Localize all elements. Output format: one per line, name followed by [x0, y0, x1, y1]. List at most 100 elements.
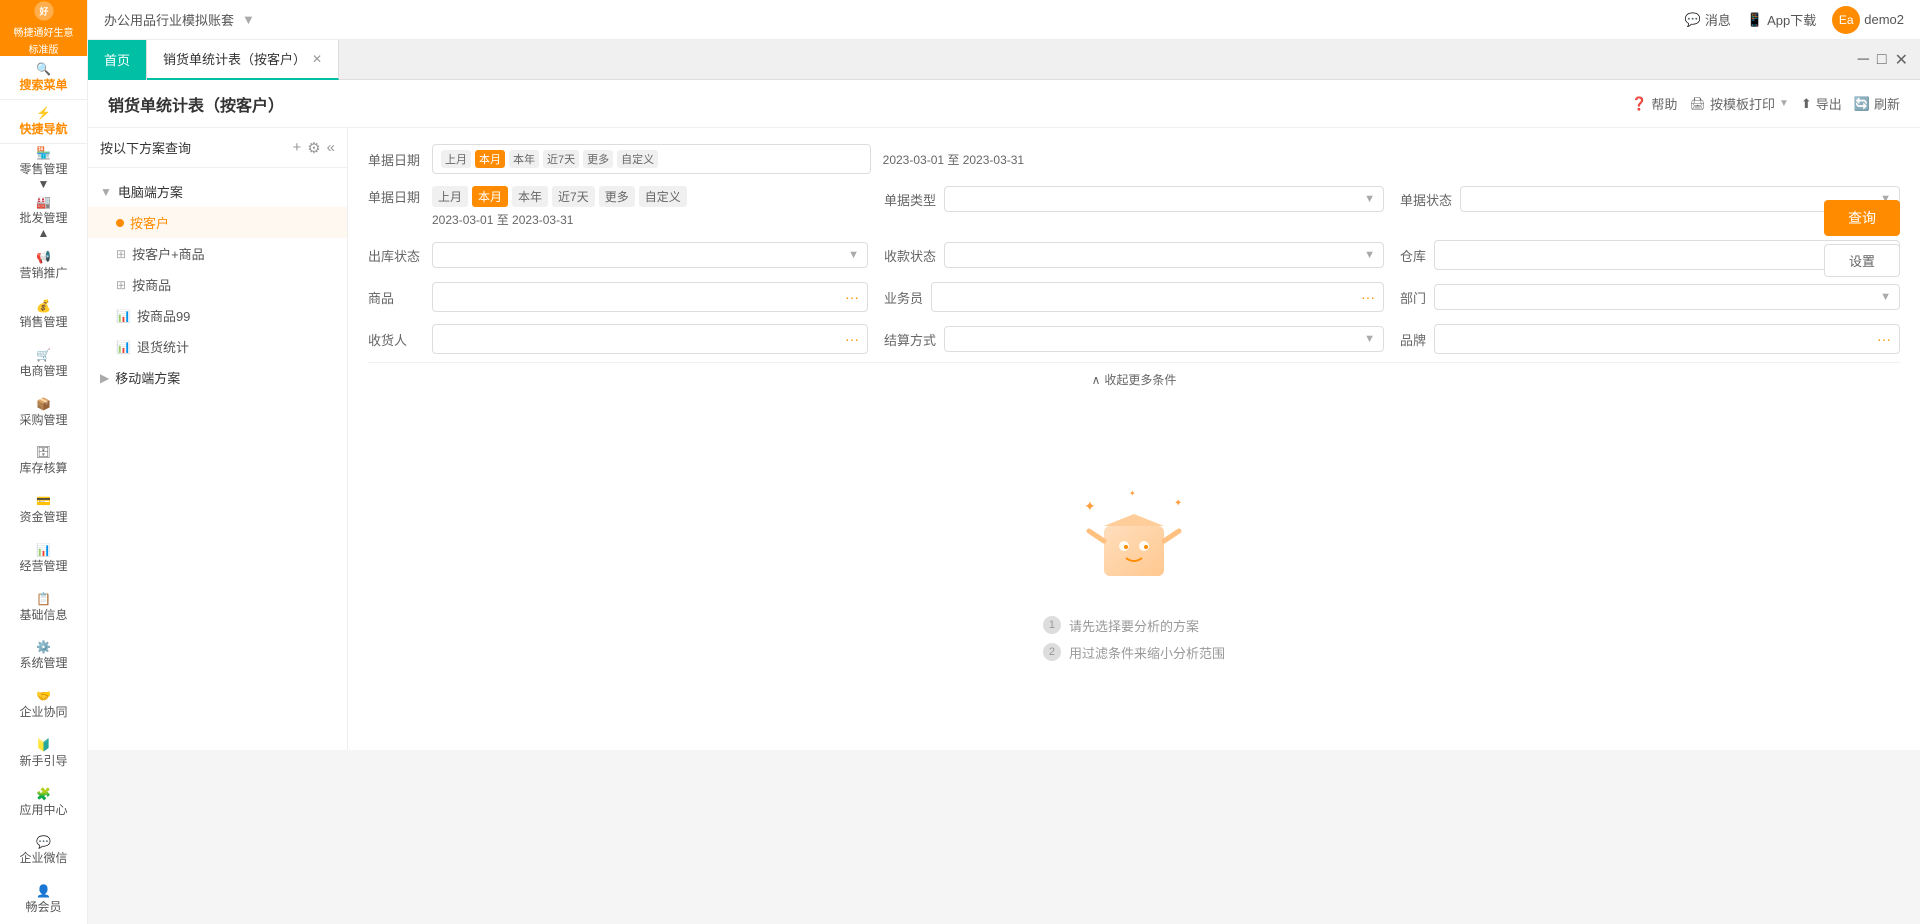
sales-label: 销售管理 [19, 313, 67, 330]
quicknav-label: 快捷导航 [19, 120, 67, 137]
filter-salesperson: 业务员 ··· [884, 282, 1384, 312]
tree-expand-icon: ▼ [100, 185, 112, 199]
date-picker[interactable]: 上月 本月 本年 近7天 更多 自定义 [432, 144, 871, 174]
date-7days-tag[interactable]: 近7天 [543, 150, 579, 168]
tree-item-by-customer[interactable]: 按客户 [88, 207, 347, 238]
message-btn[interactable]: 💬 消息 [1685, 10, 1731, 29]
receiver-input[interactable]: ··· [432, 324, 868, 354]
date-more-tag[interactable]: 更多 [583, 150, 613, 168]
sidebar-item-corp[interactable]: 🤝 企业协同 [0, 680, 88, 729]
sidebar-item-purchase[interactable]: 📦 采购管理 [0, 388, 88, 437]
tab-minimize-btn[interactable]: ─ [1858, 51, 1869, 69]
sidebar-item-finance[interactable]: 💳 资金管理 [0, 485, 88, 534]
page-title: 销货单统计表（按客户） [108, 92, 284, 116]
date-custom-tag[interactable]: 自定义 [617, 150, 658, 168]
newuser-icon: 🔰 [36, 738, 51, 752]
tree-item-by-customer-goods[interactable]: ⊞ 按客户+商品 [88, 238, 347, 269]
this-year-tag[interactable]: 本年 [512, 186, 548, 207]
query-button[interactable]: 查询 [1824, 200, 1900, 236]
sidebar-item-system[interactable]: ⚙️ 系统管理 [0, 631, 88, 680]
sidebar-item-search[interactable]: 🔍 搜索菜单 [0, 56, 88, 100]
left-panel-collapse-btn[interactable]: « [327, 139, 335, 157]
date-last-month-tag[interactable]: 上月 [441, 150, 471, 168]
custom-tag[interactable]: 自定义 [639, 186, 687, 207]
tree-by-goods99-label: 按商品99 [137, 306, 190, 325]
sidebar-item-corpwechat[interactable]: 💬 企业微信 [0, 826, 88, 875]
print-btn[interactable]: 🖨 按模板打印 ▼ [1689, 94, 1788, 113]
filter-row-2: 出库状态 ▼ 收款状态 ▼ [368, 240, 1900, 270]
page-content: 销货单统计表（按客户） ❓ 帮助 🖨 按模板打印 ▼ ⬆ 导出 [88, 80, 1920, 924]
filter-col-date: 单据日期 上月 本月 本年 近7天 更多 自定义 [368, 186, 868, 228]
filter-settle: 结算方式 ▼ [884, 326, 1384, 352]
last-month-tag[interactable]: 上月 [432, 186, 468, 207]
purchase-label: 采购管理 [19, 411, 67, 428]
sidebar-item-marketing[interactable]: 📢 营销推广 [0, 241, 88, 290]
tree-item-by-goods99[interactable]: 📊 按商品99 [88, 300, 347, 331]
tab-close-btn[interactable]: ✕ [1895, 50, 1908, 70]
corp-label: 企业协同 [19, 703, 67, 720]
corpwechat-icon: 💬 [36, 835, 51, 849]
page-actions: ❓ 帮助 🖨 按模板打印 ▼ ⬆ 导出 🔄 刷新 [1631, 94, 1900, 113]
empty-tip-1: 1 请先选择要分析的方案 [1043, 616, 1225, 635]
sidebar-item-retail[interactable]: 🏪 零售管理 ▼ [0, 144, 88, 193]
header-dropdown-icon[interactable]: ▼ [242, 12, 255, 27]
tab-home[interactable]: 首页 [88, 40, 147, 80]
tree-by-goods-label: 按商品 [132, 275, 171, 294]
corpwechat-label: 企业微信 [19, 849, 67, 866]
brand-input[interactable]: ··· [1434, 324, 1900, 354]
refresh-btn[interactable]: 🔄 刷新 [1854, 94, 1900, 113]
settle-select[interactable]: ▼ [944, 326, 1384, 352]
help-btn[interactable]: ❓ 帮助 [1631, 94, 1677, 113]
export-btn[interactable]: ⬆ 导出 [1801, 94, 1842, 113]
salesperson-input[interactable]: ··· [931, 282, 1384, 312]
left-panel: 按以下方案查询 + ⚙ « ▼ 电脑端方案 [88, 128, 348, 750]
sidebar-item-basic[interactable]: 📋 基础信息 [0, 583, 88, 632]
sidebar-item-appcenter[interactable]: 🧩 应用中心 [0, 778, 88, 827]
outstatus-select[interactable]: ▼ [432, 242, 868, 268]
tab-maximize-btn[interactable]: □ [1877, 51, 1887, 69]
sidebar-item-wholesale[interactable]: 🏭 批发管理 ▲ [0, 193, 88, 242]
marketing-icon: 📢 [36, 250, 51, 264]
empty-tips: 1 请先选择要分析的方案 2 用过滤条件来缩小分析范围 [1043, 616, 1225, 670]
doctype-select[interactable]: ▼ [944, 186, 1384, 212]
app-download-btn[interactable]: 📱 App下载 [1747, 10, 1816, 29]
empty-illustration: ✦ ✦ ✦ [1074, 476, 1194, 596]
payment-select[interactable]: ▼ [944, 242, 1384, 268]
more-tag[interactable]: 更多 [599, 186, 635, 207]
tree-mobile-section[interactable]: ▶ 移动端方案 [88, 362, 347, 393]
sidebar-item-inventory[interactable]: 🗄 库存核算 [0, 436, 88, 485]
sidebar-item-member[interactable]: 👤 畅会员 [0, 875, 88, 924]
sidebar-item-operation[interactable]: 📊 经营管理 [0, 534, 88, 583]
sidebar-item-newuser[interactable]: 🔰 新手引导 [0, 729, 88, 778]
sidebar-logo[interactable]: 好 畅捷通好生意 标准版 [0, 0, 88, 56]
tree-desktop-section[interactable]: ▼ 电脑端方案 [88, 176, 347, 207]
tree-item-return-stats[interactable]: 📊 退货统计 [88, 331, 347, 362]
tab-sales-report[interactable]: 销货单统计表（按客户） ✕ [147, 40, 339, 80]
logo-icon: 好 [28, 0, 60, 22]
tab-close-icon[interactable]: ✕ [312, 52, 322, 66]
active-dot-icon [116, 219, 124, 227]
department-select[interactable]: ▼ [1434, 284, 1900, 310]
sales-icon: 💰 [36, 299, 51, 313]
sales-report-tab-label: 销货单统计表（按客户） [163, 49, 306, 68]
goods-input[interactable]: ··· [432, 282, 868, 312]
date-this-year-tag[interactable]: 本年 [509, 150, 539, 168]
7days-tag[interactable]: 近7天 [552, 186, 595, 207]
tree-item-by-goods[interactable]: ⊞ 按商品 [88, 269, 347, 300]
user-menu[interactable]: Ea demo2 [1832, 6, 1904, 34]
filter-date-range: 2023-03-01 至 2023-03-31 [883, 151, 1386, 168]
tree-collapse-icon: ▶ [100, 371, 109, 385]
sidebar-item-sales[interactable]: 💰 销售管理 [0, 290, 88, 339]
sidebar-item-ecom[interactable]: 🛒 电商管理 [0, 339, 88, 388]
date-this-month-tag[interactable]: 本月 [475, 150, 505, 168]
receiver-dots: ··· [845, 331, 859, 347]
sidebar-item-quicknav[interactable]: ⚡ 快捷导航 [0, 100, 88, 144]
left-panel-settings-btn[interactable]: ⚙ [307, 139, 320, 157]
tree-desktop-label: 电脑端方案 [118, 182, 183, 201]
left-panel-add-btn[interactable]: + [292, 139, 301, 157]
settings-button[interactable]: 设置 [1824, 244, 1900, 277]
this-month-tag[interactable]: 本月 [472, 186, 508, 207]
grid-icon-1: ⊞ [116, 247, 126, 261]
collapse-btn[interactable]: ∧ 收起更多条件 [368, 362, 1900, 396]
system-icon: ⚙️ [36, 640, 51, 654]
